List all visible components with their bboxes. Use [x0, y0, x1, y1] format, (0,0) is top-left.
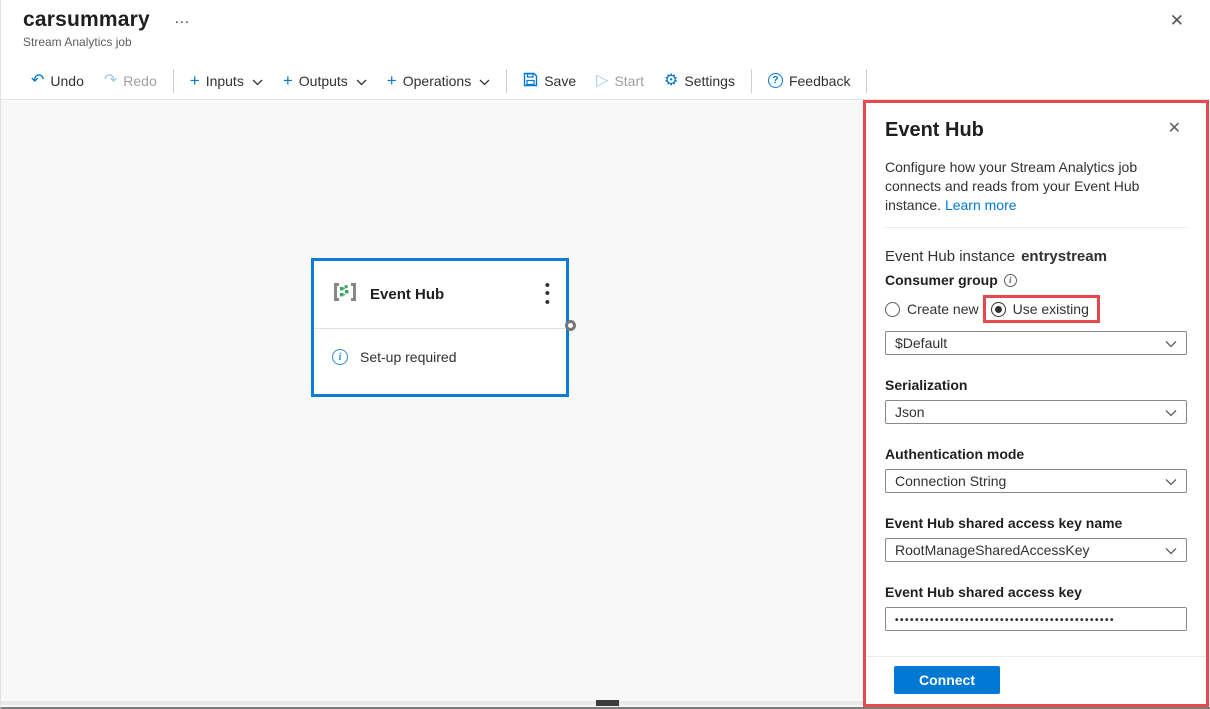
- toolbar-divider: [750, 68, 752, 93]
- instance-label: Event Hub instance: [885, 248, 1016, 265]
- panel-footer: Connect: [866, 656, 1206, 704]
- settings-button[interactable]: ⚙ Settings: [654, 67, 745, 95]
- plus-icon: +: [282, 71, 293, 90]
- plus-icon: +: [386, 71, 397, 90]
- toolbar-divider: [866, 68, 868, 93]
- event-hub-config-panel: Event Hub ✕ Configure how your Stream An…: [863, 100, 1209, 707]
- shared-access-key-input[interactable]: ••••••••••••••••••••••••••••••••••••••••…: [885, 607, 1187, 631]
- horizontal-scrollbar[interactable]: [1, 700, 863, 706]
- chevron-down-icon: [252, 73, 263, 89]
- toolbar: ↶ Undo ↷ Redo + Inputs + Outputs + Opera…: [1, 62, 1210, 100]
- consumer-group-radio-group: Create new Use existing: [885, 295, 1187, 323]
- save-icon: [523, 72, 538, 90]
- shared-access-key-name-select[interactable]: RootManageSharedAccessKey: [885, 538, 1187, 562]
- page-title: carsummary: [23, 8, 150, 31]
- shared-access-key-label: Event Hub shared access key: [885, 584, 1082, 600]
- chevron-down-icon: [1165, 542, 1177, 558]
- chevron-down-icon: [479, 73, 490, 89]
- more-options-icon[interactable]: …: [174, 10, 192, 28]
- radio-create-new[interactable]: Create new: [885, 301, 979, 317]
- authentication-mode-select[interactable]: Connection String: [885, 469, 1187, 493]
- add-outputs-button[interactable]: + Outputs: [273, 67, 377, 95]
- plus-icon: +: [189, 71, 200, 90]
- toolbar-divider: [172, 68, 174, 93]
- annotation-highlight-box: Use existing: [982, 295, 1100, 323]
- learn-more-link[interactable]: Learn more: [945, 197, 1017, 213]
- undo-icon: ↶: [31, 71, 45, 89]
- stream-analytics-editor: carsummary … Stream Analytics job ✕ ↶ Un…: [0, 0, 1210, 709]
- kebab-menu-icon[interactable]: • • •: [541, 278, 554, 310]
- node-status-text: Set-up required: [360, 349, 457, 365]
- panel-title: Event Hub: [885, 119, 984, 141]
- feedback-button[interactable]: ? Feedback: [758, 67, 860, 95]
- feedback-icon: ?: [767, 73, 783, 88]
- settings-icon: ⚙: [664, 71, 679, 89]
- info-icon[interactable]: i: [1003, 273, 1017, 287]
- undo-button[interactable]: ↶ Undo: [21, 67, 94, 95]
- toolbar-divider: [506, 68, 508, 93]
- scrollbar-thumb[interactable]: [596, 700, 619, 706]
- chevron-down-icon: [1165, 335, 1177, 351]
- start-button[interactable]: ▷ Start: [586, 67, 654, 95]
- authentication-mode-label: Authentication mode: [885, 446, 1025, 462]
- radio-circle-checked: [990, 301, 1006, 317]
- save-button[interactable]: Save: [513, 67, 586, 95]
- window-close-icon[interactable]: ✕: [1170, 12, 1184, 29]
- panel-description: Configure how your Stream Analytics job …: [885, 159, 1140, 213]
- add-inputs-button[interactable]: + Inputs: [180, 67, 273, 95]
- event-hub-node[interactable]: Event Hub • • • i Set-up required: [311, 258, 576, 397]
- serialization-select[interactable]: Json: [885, 400, 1187, 424]
- instance-value: entrystream: [1021, 248, 1107, 265]
- chevron-down-icon: [356, 73, 367, 89]
- page-subtitle: Stream Analytics job: [23, 35, 132, 49]
- redo-icon: ↷: [103, 71, 118, 89]
- connect-button[interactable]: Connect: [894, 666, 1000, 694]
- node-title: Event Hub: [370, 286, 445, 303]
- start-icon: ▷: [596, 71, 609, 89]
- page-header: carsummary … Stream Analytics job: [1, 0, 863, 62]
- instance-row: Event Hub instance entrystream: [885, 248, 1187, 265]
- radio-use-existing[interactable]: Use existing: [990, 301, 1089, 317]
- event-hub-icon: [332, 280, 358, 309]
- consumer-group-label: Consumer group i: [885, 272, 1187, 288]
- panel-divider: [885, 227, 1187, 228]
- chevron-down-icon: [1165, 404, 1177, 420]
- chevron-down-icon: [1165, 473, 1177, 489]
- panel-close-icon[interactable]: ✕: [1168, 121, 1181, 137]
- shared-access-key-name-label: Event Hub shared access key name: [885, 515, 1123, 531]
- radio-circle-unchecked: [885, 301, 900, 317]
- masked-key-value: ••••••••••••••••••••••••••••••••••••••••…: [895, 614, 1116, 626]
- node-output-connector[interactable]: [565, 320, 576, 331]
- redo-button[interactable]: ↷ Redo: [94, 67, 167, 95]
- add-operations-button[interactable]: + Operations: [377, 67, 500, 95]
- serialization-label: Serialization: [885, 377, 968, 393]
- consumer-group-select[interactable]: $Default: [885, 331, 1187, 355]
- info-icon: i: [332, 349, 348, 365]
